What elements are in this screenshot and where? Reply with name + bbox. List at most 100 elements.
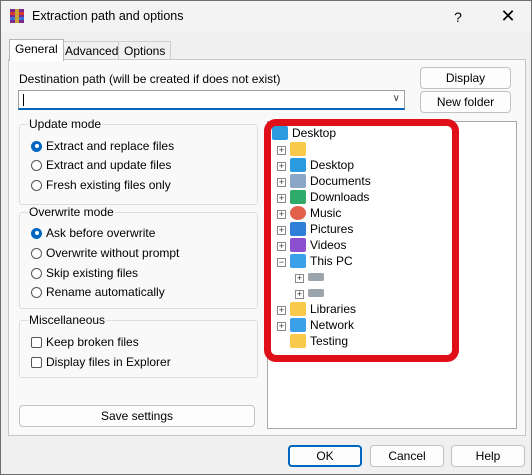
- radio-icon: [31, 247, 42, 259]
- folder-icon: [290, 334, 306, 348]
- option-label: Fresh existing files only: [46, 178, 171, 192]
- destination-label: Destination path (will be created if doe…: [19, 72, 281, 86]
- tree-label: Documents: [310, 174, 371, 188]
- folder-icon: [290, 142, 306, 156]
- title-bar[interactable]: Extraction path and options ? ✕: [1, 1, 531, 32]
- libraries-icon: [290, 302, 306, 316]
- tree-label: This PC: [310, 254, 353, 268]
- tab-advanced[interactable]: Advanced: [59, 41, 125, 60]
- winrar-app-icon: [10, 9, 24, 23]
- tree-label: Testing: [310, 334, 349, 348]
- ok-button[interactable]: OK: [288, 445, 362, 467]
- dialog-window: Extraction path and options ? ✕ General …: [0, 0, 532, 475]
- music-icon: [290, 206, 306, 220]
- display-button[interactable]: Display: [420, 67, 511, 89]
- miscellaneous-title: Miscellaneous: [28, 313, 107, 327]
- pictures-icon: [290, 222, 306, 236]
- drive-icon: [308, 273, 324, 281]
- tab-options[interactable]: Options: [118, 41, 172, 60]
- expand-icon[interactable]: +: [277, 306, 286, 315]
- expand-icon[interactable]: +: [277, 162, 286, 171]
- tree-label: Desktop: [292, 126, 337, 140]
- tree-label: Downloads: [310, 190, 370, 204]
- tree-item-drive[interactable]: [308, 285, 328, 301]
- tree-item-network[interactable]: Network: [290, 317, 354, 333]
- checkbox-keep-broken[interactable]: Keep broken files: [31, 334, 139, 350]
- help-title-button[interactable]: ?: [435, 1, 481, 32]
- expand-icon[interactable]: +: [277, 322, 286, 331]
- tree-item-unnamed-folder[interactable]: [290, 141, 310, 157]
- desktop-icon: [290, 158, 306, 172]
- destination-path-input[interactable]: ∨: [18, 90, 405, 110]
- option-label: Extract and update files: [46, 158, 172, 172]
- tree-root-desktop[interactable]: Desktop: [272, 125, 336, 141]
- expand-icon[interactable]: +: [295, 290, 304, 299]
- help-button[interactable]: Help: [451, 445, 525, 467]
- tree-label: Network: [310, 318, 355, 332]
- radio-fresh-existing[interactable]: Fresh existing files only: [31, 177, 171, 193]
- overwrite-mode-title: Overwrite mode: [28, 205, 115, 219]
- radio-extract-update[interactable]: Extract and update files: [31, 157, 171, 173]
- tree-item-music[interactable]: Music: [290, 205, 341, 221]
- miscellaneous-group: Miscellaneous Keep broken files Display …: [19, 313, 258, 378]
- option-label: Skip existing files: [46, 266, 139, 280]
- documents-icon: [290, 174, 306, 188]
- chevron-down-icon[interactable]: ∨: [393, 93, 400, 104]
- option-label: Ask before overwrite: [46, 226, 156, 240]
- option-label: Rename automatically: [46, 285, 165, 299]
- tree-item-pictures[interactable]: Pictures: [290, 221, 353, 237]
- radio-ask-overwrite[interactable]: Ask before overwrite: [31, 225, 155, 241]
- radio-icon: [31, 179, 42, 191]
- tree-label: Pictures: [310, 222, 354, 236]
- radio-icon: [31, 267, 42, 279]
- radio-selected-icon: [31, 227, 42, 239]
- videos-icon: [290, 238, 306, 252]
- desktop-icon: [272, 126, 288, 140]
- radio-rename-automatically[interactable]: Rename automatically: [31, 284, 165, 300]
- expand-icon[interactable]: +: [277, 146, 286, 155]
- collapse-icon[interactable]: −: [277, 258, 286, 267]
- checkbox-display-explorer[interactable]: Display files in Explorer: [31, 354, 171, 370]
- text-caret: [23, 94, 24, 106]
- tree-item-documents[interactable]: Documents: [290, 173, 371, 189]
- radio-overwrite-without-prompt[interactable]: Overwrite without prompt: [31, 245, 179, 261]
- tree-item-videos[interactable]: Videos: [290, 237, 346, 253]
- new-folder-button[interactable]: New folder: [420, 91, 511, 113]
- radio-selected-icon: [31, 140, 42, 152]
- option-label: Extract and replace files: [46, 139, 175, 153]
- option-label: Overwrite without prompt: [46, 246, 180, 260]
- tab-general[interactable]: General: [9, 39, 64, 61]
- radio-extract-replace[interactable]: Extract and replace files: [31, 138, 174, 154]
- tree-item-this-pc[interactable]: This PC: [290, 253, 353, 269]
- expand-icon[interactable]: +: [277, 242, 286, 251]
- tree-item-downloads[interactable]: Downloads: [290, 189, 369, 205]
- tree-item-libraries[interactable]: Libraries: [290, 301, 356, 317]
- tree-item-testing[interactable]: Testing: [290, 333, 348, 349]
- window-title: Extraction path and options: [32, 9, 184, 23]
- update-mode-group: Update mode Extract and replace files Ex…: [19, 117, 258, 205]
- option-label: Display files in Explorer: [46, 355, 171, 369]
- tree-item-desktop[interactable]: Desktop: [290, 157, 354, 173]
- tree-label: Desktop: [310, 158, 355, 172]
- radio-skip-existing[interactable]: Skip existing files: [31, 265, 138, 281]
- radio-icon: [31, 159, 42, 171]
- close-button[interactable]: ✕: [485, 1, 531, 32]
- expand-icon[interactable]: +: [277, 210, 286, 219]
- network-icon: [290, 318, 306, 332]
- update-mode-title: Update mode: [28, 117, 103, 131]
- expand-icon[interactable]: +: [277, 178, 286, 187]
- radio-icon: [31, 286, 42, 298]
- save-settings-button[interactable]: Save settings: [19, 405, 255, 427]
- folder-tree[interactable]: Desktop + + Desktop + Documents + Downlo…: [267, 121, 517, 429]
- expand-icon[interactable]: +: [277, 194, 286, 203]
- tree-item-drive[interactable]: [308, 269, 328, 285]
- tree-label: Videos: [310, 238, 347, 252]
- checkbox-icon: [31, 356, 42, 368]
- expand-icon[interactable]: +: [277, 226, 286, 235]
- tree-label: Music: [310, 206, 342, 220]
- expand-icon[interactable]: +: [295, 274, 304, 283]
- overwrite-mode-group: Overwrite mode Ask before overwrite Over…: [19, 205, 258, 309]
- tree-label: Libraries: [310, 302, 357, 316]
- drive-icon: [308, 289, 324, 297]
- cancel-button[interactable]: Cancel: [370, 445, 444, 467]
